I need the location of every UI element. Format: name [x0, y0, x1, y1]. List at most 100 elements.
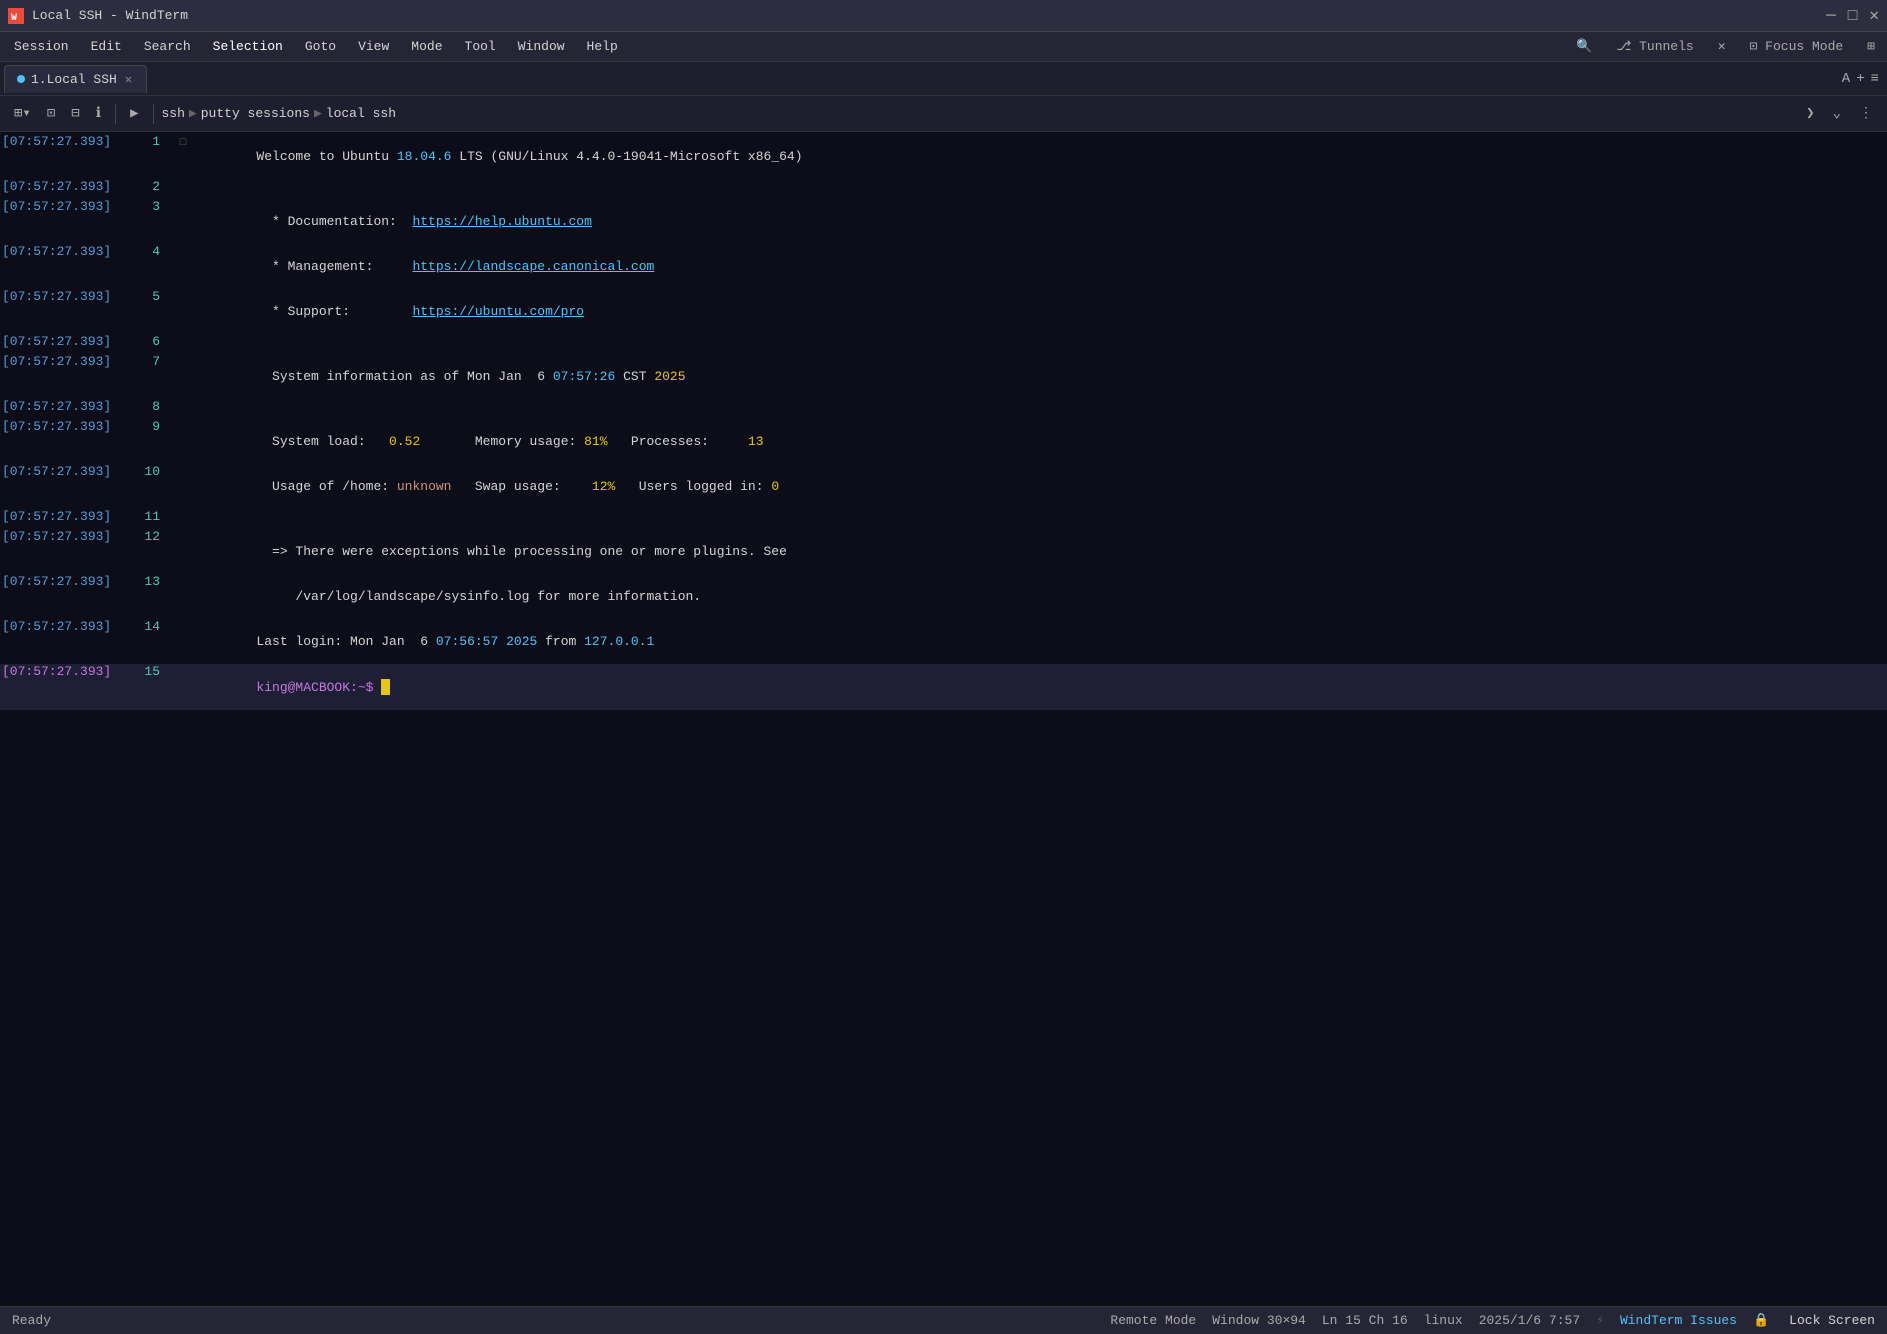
tab-indicator — [17, 75, 25, 83]
close-button[interactable]: ✕ — [1869, 8, 1879, 24]
menu-goto[interactable]: Goto — [295, 35, 346, 58]
menu-search[interactable]: Search — [134, 35, 201, 58]
breadcrumb-ssh[interactable]: ssh — [162, 106, 185, 121]
line-content: * Management: https://landscape.canonica… — [194, 244, 1885, 289]
app-icon: W — [8, 8, 24, 24]
line-number: 8 — [132, 399, 172, 414]
info-button[interactable]: ℹ — [90, 102, 107, 125]
table-row: [07:57:27.393] 6 — [0, 334, 1887, 354]
line-number: 11 — [132, 509, 172, 524]
toolbar-sep-1 — [115, 104, 116, 124]
line-icon: □ — [172, 137, 194, 149]
line-timestamp: [07:57:27.393] — [2, 619, 132, 634]
minimize-button[interactable]: ─ — [1826, 8, 1836, 24]
window-layout-icon[interactable]: ⊞ — [1859, 35, 1883, 58]
title-bar: W Local SSH - WindTerm ─ □ ✕ — [0, 0, 1887, 32]
table-row: [07:57:27.393] 2 — [0, 179, 1887, 199]
tab-bar-controls: A + ≡ — [1842, 71, 1887, 87]
line-timestamp: [07:57:27.393] — [2, 179, 132, 194]
status-remote-mode: Remote Mode — [1110, 1313, 1196, 1328]
expand-button[interactable]: ⌄ — [1827, 102, 1847, 125]
more-button[interactable]: ⋮ — [1853, 102, 1879, 125]
breadcrumb-putty[interactable]: putty sessions — [201, 106, 310, 121]
tab-menu-button[interactable]: ≡ — [1871, 71, 1879, 87]
line-timestamp: [07:57:27.393] — [2, 574, 132, 589]
table-row: [07:57:27.393] 12 => There were exceptio… — [0, 529, 1887, 574]
table-row: [07:57:27.393] 4 * Management: https://l… — [0, 244, 1887, 289]
split-h-button[interactable]: ⊡ — [41, 102, 61, 125]
breadcrumb-sep-1: ▶ — [189, 106, 197, 121]
status-position: Ln 15 Ch 16 — [1322, 1313, 1408, 1328]
table-row: [07:57:27.393] 10 Usage of /home: unknow… — [0, 464, 1887, 509]
tunnels-button[interactable]: ⎇ Tunnels — [1608, 35, 1701, 58]
tab-label: 1.Local SSH — [31, 72, 117, 87]
focus-mode-button[interactable]: ⊡ Focus Mode — [1742, 35, 1852, 58]
breadcrumb: ssh ▶ putty sessions ▶ local ssh — [162, 106, 397, 121]
tab-add-button[interactable]: + — [1856, 71, 1864, 87]
tab-font-size[interactable]: A — [1842, 71, 1850, 87]
window-controls: ─ □ ✕ — [1826, 8, 1879, 24]
toolbar-right: ❯ ⌄ ⋮ — [1800, 102, 1879, 125]
status-ready: Ready — [12, 1313, 51, 1328]
line-number: 4 — [132, 244, 172, 259]
menu-tool[interactable]: Tool — [455, 35, 506, 58]
table-row: [07:57:27.393] 14 Last login: Mon Jan 6 … — [0, 619, 1887, 664]
line-number: 3 — [132, 199, 172, 214]
status-windterm-link[interactable]: WindTerm Issues — [1620, 1313, 1737, 1328]
breadcrumb-localssh[interactable]: local ssh — [326, 106, 396, 121]
menu-selection[interactable]: Selection — [203, 35, 293, 58]
line-timestamp: [07:57:27.393] — [2, 419, 132, 434]
line-number: 10 — [132, 464, 172, 479]
line-content: System information as of Mon Jan 6 07:57… — [194, 354, 1885, 399]
svg-text:W: W — [11, 13, 17, 24]
tab-local-ssh[interactable]: 1.Local SSH ✕ — [4, 65, 147, 93]
terminal-content: [07:57:27.393] 1 □ Welcome to Ubuntu 18.… — [0, 132, 1887, 712]
line-number: 12 — [132, 529, 172, 544]
line-content: Last login: Mon Jan 6 07:56:57 2025 from… — [194, 619, 1885, 664]
line-timestamp: [07:57:27.393] — [2, 289, 132, 304]
line-content: => There were exceptions while processin… — [194, 529, 1885, 574]
line-number: 5 — [132, 289, 172, 304]
tab-close-button[interactable]: ✕ — [123, 70, 134, 89]
line-timestamp: [07:57:27.393] — [2, 664, 132, 679]
line-content: * Support: https://ubuntu.com/pro — [194, 289, 1885, 334]
table-row: [07:57:27.393] 5 * Support: https://ubun… — [0, 289, 1887, 334]
menu-session[interactable]: Session — [4, 35, 79, 58]
terminal-area[interactable]: [07:57:27.393] 1 □ Welcome to Ubuntu 18.… — [0, 132, 1887, 1306]
table-row: [07:57:27.393] 7 System information as o… — [0, 354, 1887, 399]
table-row: [07:57:27.393] 11 — [0, 509, 1887, 529]
line-number: 15 — [132, 664, 172, 679]
line-number: 1 — [132, 134, 172, 149]
line-timestamp: [07:57:27.393] — [2, 399, 132, 414]
menu-edit[interactable]: Edit — [81, 35, 132, 58]
line-timestamp: [07:57:27.393] — [2, 509, 132, 524]
line-number: 2 — [132, 179, 172, 194]
collapse-button[interactable]: ❯ — [1800, 102, 1820, 125]
status-datetime: 2025/1/6 7:57 — [1479, 1313, 1580, 1328]
line-timestamp: [07:57:27.393] — [2, 334, 132, 349]
menu-mode[interactable]: Mode — [401, 35, 452, 58]
status-issues: Issues — [1690, 1313, 1737, 1328]
status-window-size: Window 30×94 — [1212, 1313, 1306, 1328]
tab-bar: 1.Local SSH ✕ A + ≡ — [0, 62, 1887, 96]
search-menu-icon[interactable]: 🔍 — [1568, 35, 1600, 58]
window-title: Local SSH - WindTerm — [32, 8, 1826, 23]
menu-view[interactable]: View — [348, 35, 399, 58]
split-v-button[interactable]: ⊟ — [65, 102, 85, 125]
line-content: Usage of /home: unknown Swap usage: 12% … — [194, 464, 1885, 509]
menu-window[interactable]: Window — [508, 35, 575, 58]
run-button[interactable]: ▶ — [124, 102, 144, 125]
table-row: [07:57:27.393] 3 * Documentation: https:… — [0, 199, 1887, 244]
toolbar: ⊞▾ ⊡ ⊟ ℹ ▶ ssh ▶ putty sessions ▶ local … — [0, 96, 1887, 132]
lock-screen-button[interactable]: Lock Screen — [1789, 1313, 1875, 1328]
line-timestamp: [07:57:27.393] — [2, 244, 132, 259]
lock-icon: 🔒 — [1753, 1313, 1769, 1328]
line-timestamp: [07:57:27.393] — [2, 354, 132, 369]
close-pane-icon[interactable]: ✕ — [1710, 35, 1734, 58]
new-session-button[interactable]: ⊞▾ — [8, 102, 37, 125]
toolbar-sep-2 — [153, 104, 154, 124]
maximize-button[interactable]: □ — [1848, 8, 1858, 24]
menu-help[interactable]: Help — [577, 35, 628, 58]
status-bar: Ready Remote Mode Window 30×94 Ln 15 Ch … — [0, 1306, 1887, 1334]
line-timestamp: [07:57:27.393] — [2, 464, 132, 479]
